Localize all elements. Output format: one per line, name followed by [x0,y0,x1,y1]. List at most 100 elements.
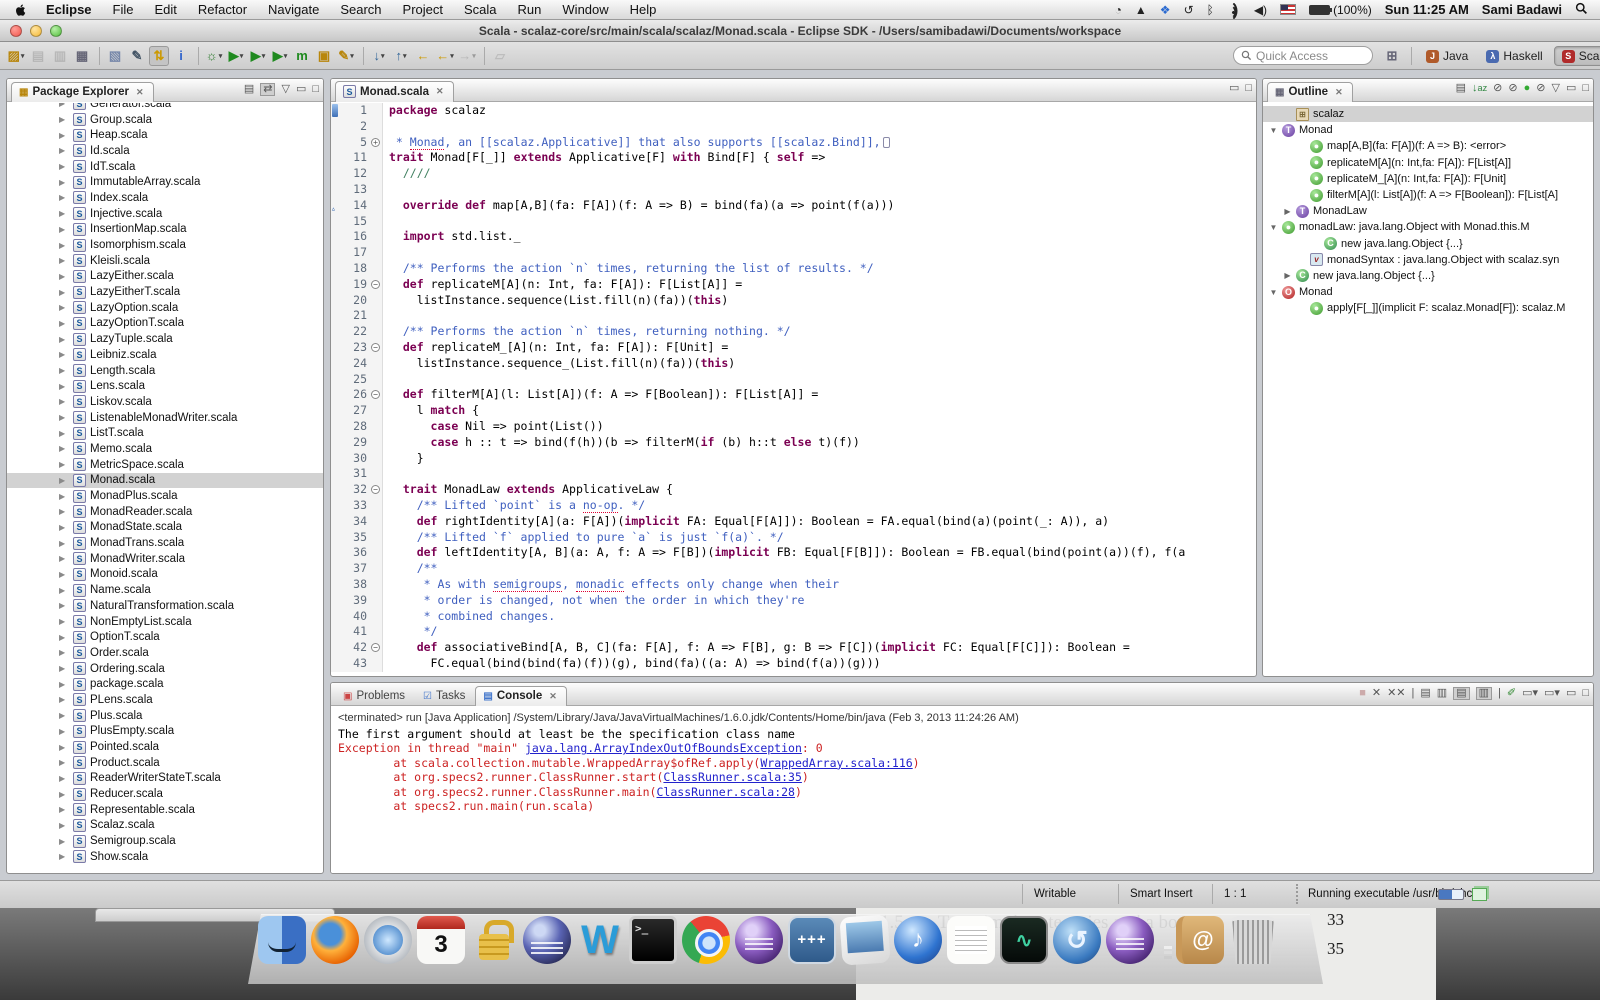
tree-item-MetricSpace.scala[interactable]: ▶ S MetricSpace.scala [7,457,323,473]
disclosure-triangle-icon[interactable]: ▶ [59,209,69,218]
code-line-35[interactable]: 35 /** Lifted `f` applied to pure `a` is… [331,529,1256,546]
disclosure-triangle-icon[interactable]: ▶ [59,476,69,485]
tree-item-PlusEmpty.scala[interactable]: ▶ S PlusEmpty.scala [7,724,323,740]
battery-indicator[interactable]: (100%) [1309,3,1372,17]
back-button[interactable]: ← ▾ [435,46,455,66]
menu-item-refactor[interactable]: Refactor [198,2,247,17]
dock-firefox-icon[interactable] [311,916,359,964]
junit-button[interactable]: ▧ [105,46,125,66]
code-line-43[interactable]: 43 FC.equal(bind(bind(fa)(f))(g), bind(f… [331,655,1256,672]
dock-eclipse-icon[interactable] [523,916,571,964]
tree-item-Monad.scala[interactable]: ▶ S Monad.scala [7,472,323,489]
code-line-13[interactable]: 13 [331,181,1256,198]
code-line-31[interactable]: 31 [331,466,1256,483]
fold-expand-icon[interactable]: + [371,137,380,147]
disclosure-triangle-icon[interactable]: ▶ [59,695,69,704]
display-console-icon[interactable]: ▭▾ [1522,688,1538,699]
tree-item-Length.scala[interactable]: ▶ S Length.scala [7,363,323,379]
dock-photo-booth-icon[interactable] [839,914,891,966]
dock-safari-icon[interactable] [364,916,412,964]
disclosure-triangle-icon[interactable]: ▶ [59,444,69,453]
disclosure-triangle-icon[interactable]: ▶ [59,617,69,626]
tree-item-Show.scala[interactable]: ▶ S Show.scala [7,849,323,865]
tab-monad-scala[interactable]: S Monad.scala ✕ [335,81,454,102]
stop-icon[interactable]: ■ [1359,688,1366,699]
disclosure-triangle-icon[interactable]: ▶ [59,554,69,563]
code-editor[interactable]: 1 package scalaz 2 5 + * Monad, an [[sca… [331,103,1256,676]
disclosure-triangle-icon[interactable]: ▶ [59,570,69,579]
save-all-button[interactable]: ▥ [50,46,70,66]
close-icon[interactable]: ✕ [549,691,557,702]
volume-icon[interactable]: ◀) [1254,4,1267,16]
tree-item-Id.scala[interactable]: ▶ S Id.scala [7,143,323,159]
tab-console[interactable]: ▤ Console ✕ [475,686,567,706]
code-line-27[interactable]: 27 l match { [331,403,1256,419]
tree-item-Order.scala[interactable]: ▶ S Order.scala [7,645,323,661]
pin-button[interactable]: ▱ [490,46,510,66]
code-line-1[interactable]: 1 package scalaz [331,103,1256,119]
code-line-18[interactable]: 18 /** Performs the action `n` times, re… [331,260,1256,277]
tree-item-LazyOptionT.scala[interactable]: ▶ S LazyOptionT.scala [7,316,323,332]
tree-item-MonadPlus.scala[interactable]: ▶ S MonadPlus.scala [7,488,323,504]
code-line-16[interactable]: 16 import std.list._ [331,229,1256,246]
dock-keepassx-icon[interactable] [470,916,518,964]
code-line-39[interactable]: 39 * order is changed, not when the orde… [331,592,1256,609]
tree-item-Product.scala[interactable]: ▶ S Product.scala [7,755,323,771]
screen-sharing-icon[interactable]: ◔ [1115,4,1122,16]
tree-item-Scalaz.scala[interactable]: ▶ S Scalaz.scala [7,818,323,834]
code-line-12[interactable]: 12 //// [331,166,1256,182]
tree-item-Liskov.scala[interactable]: ▶ S Liskov.scala [7,394,323,410]
tree-item-IdT.scala[interactable]: ▶ S IdT.scala [7,159,323,175]
dock-eclipse-3-icon[interactable] [1106,916,1154,964]
menu-item-navigate[interactable]: Navigate [268,2,319,17]
code-line-29[interactable]: 29 case h :: t => bind(f(h))(b => filter… [331,434,1256,451]
search-button[interactable]: ✎ ▾ [336,46,356,66]
dock-terminal-icon[interactable]: >_ [629,916,677,964]
next-annotation-button[interactable]: ↓ ▾ [369,46,389,66]
code-line-32[interactable]: 32 − trait MonadLaw extends ApplicativeL… [331,482,1256,498]
keyboard-flag-icon[interactable] [1280,4,1297,15]
code-line-14[interactable]: ▵ 14 override def map[A,B](fa: F[A])(f: … [331,197,1256,214]
outline-item[interactable]: ⊞ scalaz [1263,106,1593,123]
new-wizard-button[interactable]: ▨ ▾ [6,46,26,66]
outline-item[interactable]: ▶ T MonadLaw [1263,203,1593,219]
disclosure-triangle-icon[interactable]: ▶ [59,115,69,124]
tab-tasks[interactable]: ☑ Tasks [415,686,475,706]
tree-item-Name.scala[interactable]: ▶ S Name.scala [7,582,323,598]
tab-problems[interactable]: ▣ Problems [335,686,415,706]
disclosure-triangle-icon[interactable]: ▶ [59,256,69,265]
maximize-icon[interactable]: □ [1582,83,1589,94]
save-button[interactable]: ▤ [28,46,48,66]
time-machine-icon[interactable]: ↺ [1184,4,1194,16]
tree-item-Leibniz.scala[interactable]: ▶ S Leibniz.scala [7,347,323,363]
coverage-button[interactable]: ▶ ▾ [270,46,290,66]
fold-collapse-icon[interactable]: − [371,485,380,495]
tree-item-package.scala[interactable]: ▶ S package.scala [7,676,323,692]
clear-console-icon[interactable]: ✕ [1372,688,1381,699]
fold-collapse-icon[interactable]: − [371,279,380,289]
code-line-11[interactable]: 11 trait Monad[F[_]] extends Applicative… [331,150,1256,167]
tree-item-LazyEitherT.scala[interactable]: ▶ S LazyEitherT.scala [7,284,323,300]
dock-chrome-icon[interactable] [682,916,730,964]
outline-item[interactable]: v monadSyntax : java.lang.Object with sca… [1263,252,1593,268]
view-menu-icon[interactable]: ▽ [281,84,289,95]
tree-item-Heap.scala[interactable]: ▶ S Heap.scala [7,127,323,143]
run-button[interactable]: ▶ ▾ [226,46,246,66]
tree-item-PLens.scala[interactable]: ▶ S PLens.scala [7,692,323,708]
fold-collapse-icon[interactable]: − [371,342,380,352]
stack-trace-link[interactable]: ClassRunner.scala:35 [663,770,801,784]
last-edit-button[interactable]: ← [413,46,433,66]
disclosure-triangle-icon[interactable]: ▶ [1283,271,1292,280]
google-drive-icon[interactable]: ▲ [1135,4,1147,16]
apple-icon[interactable] [14,3,28,17]
code-line-40[interactable]: 40 * combined changes. [331,608,1256,625]
code-line-22[interactable]: 22 /** Performs the action `n` times, re… [331,324,1256,340]
tree-item-ReaderWriterStateT.scala[interactable]: ▶ S ReaderWriterStateT.scala [7,771,323,787]
tree-item-Ordering.scala[interactable]: ▶ S Ordering.scala [7,661,323,677]
disclosure-triangle-icon[interactable]: ▶ [59,821,69,830]
tree-item-LazyOption.scala[interactable]: ▶ S LazyOption.scala [7,300,323,316]
code-line-25[interactable]: 25 [331,371,1256,388]
scroll-lock-icon[interactable]: ▥ [1475,687,1493,700]
run-last-button[interactable]: ▶ ▾ [248,46,268,66]
view-menu-icon[interactable]: ▽ [1551,83,1559,94]
